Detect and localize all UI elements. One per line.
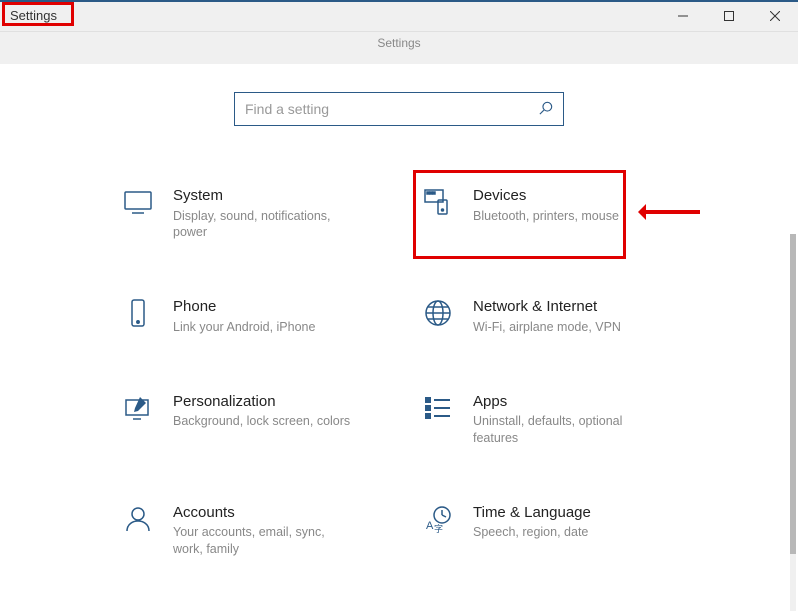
network-icon <box>419 297 457 335</box>
title-bar: Settings <box>0 0 798 32</box>
maximize-button[interactable] <box>706 0 752 32</box>
tile-title: Network & Internet <box>473 297 679 317</box>
phone-icon <box>119 297 157 335</box>
window-title: Settings <box>0 8 57 23</box>
personalization-icon <box>119 392 157 430</box>
tile-time[interactable]: A字 Time & Language Speech, region, date <box>419 503 679 558</box>
tile-desc: Uninstall, defaults, optional features <box>473 413 658 447</box>
tile-title: System <box>173 186 379 206</box>
search-box[interactable] <box>234 92 564 126</box>
tile-title: Devices <box>473 186 679 206</box>
tile-desc: Link your Android, iPhone <box>173 319 358 336</box>
search-container <box>0 92 798 126</box>
tile-accounts[interactable]: Accounts Your accounts, email, sync, wor… <box>119 503 379 558</box>
tile-desc: Wi-Fi, airplane mode, VPN <box>473 319 658 336</box>
annotation-arrow <box>640 210 700 214</box>
close-button[interactable] <box>752 0 798 32</box>
tile-title: Apps <box>473 392 679 412</box>
content-area: System Display, sound, notifications, po… <box>0 64 798 611</box>
svg-text:字: 字 <box>434 523 443 534</box>
tile-desc: Speech, region, date <box>473 524 658 541</box>
tile-phone[interactable]: Phone Link your Android, iPhone <box>119 297 379 335</box>
minimize-button[interactable] <box>660 0 706 32</box>
search-icon <box>539 101 553 118</box>
search-input[interactable] <box>245 101 539 117</box>
system-icon <box>119 186 157 224</box>
window-top-border <box>0 0 798 2</box>
close-icon <box>770 11 780 21</box>
accounts-icon <box>119 503 157 541</box>
minimize-icon <box>678 11 688 21</box>
tile-title: Time & Language <box>473 503 679 523</box>
tile-title: Accounts <box>173 503 379 523</box>
tile-title: Phone <box>173 297 379 317</box>
maximize-icon <box>724 11 734 21</box>
tile-title: Personalization <box>173 392 379 412</box>
window-controls <box>660 0 798 32</box>
tile-desc: Display, sound, notifications, power <box>173 208 358 242</box>
settings-grid: System Display, sound, notifications, po… <box>119 186 679 558</box>
tile-personalization[interactable]: Personalization Background, lock screen,… <box>119 392 379 447</box>
apps-icon <box>419 392 457 430</box>
tile-desc: Your accounts, email, sync, work, family <box>173 524 358 558</box>
svg-text:A: A <box>426 520 434 532</box>
tile-network[interactable]: Network & Internet Wi-Fi, airplane mode,… <box>419 297 679 335</box>
scrollbar-thumb[interactable] <box>790 234 796 554</box>
devices-icon <box>419 186 457 224</box>
time-language-icon: A字 <box>419 503 457 541</box>
page-subtitle: Settings <box>0 32 798 64</box>
tile-system[interactable]: System Display, sound, notifications, po… <box>119 186 379 241</box>
tile-apps[interactable]: Apps Uninstall, defaults, optional featu… <box>419 392 679 447</box>
tile-desc: Background, lock screen, colors <box>173 413 358 430</box>
